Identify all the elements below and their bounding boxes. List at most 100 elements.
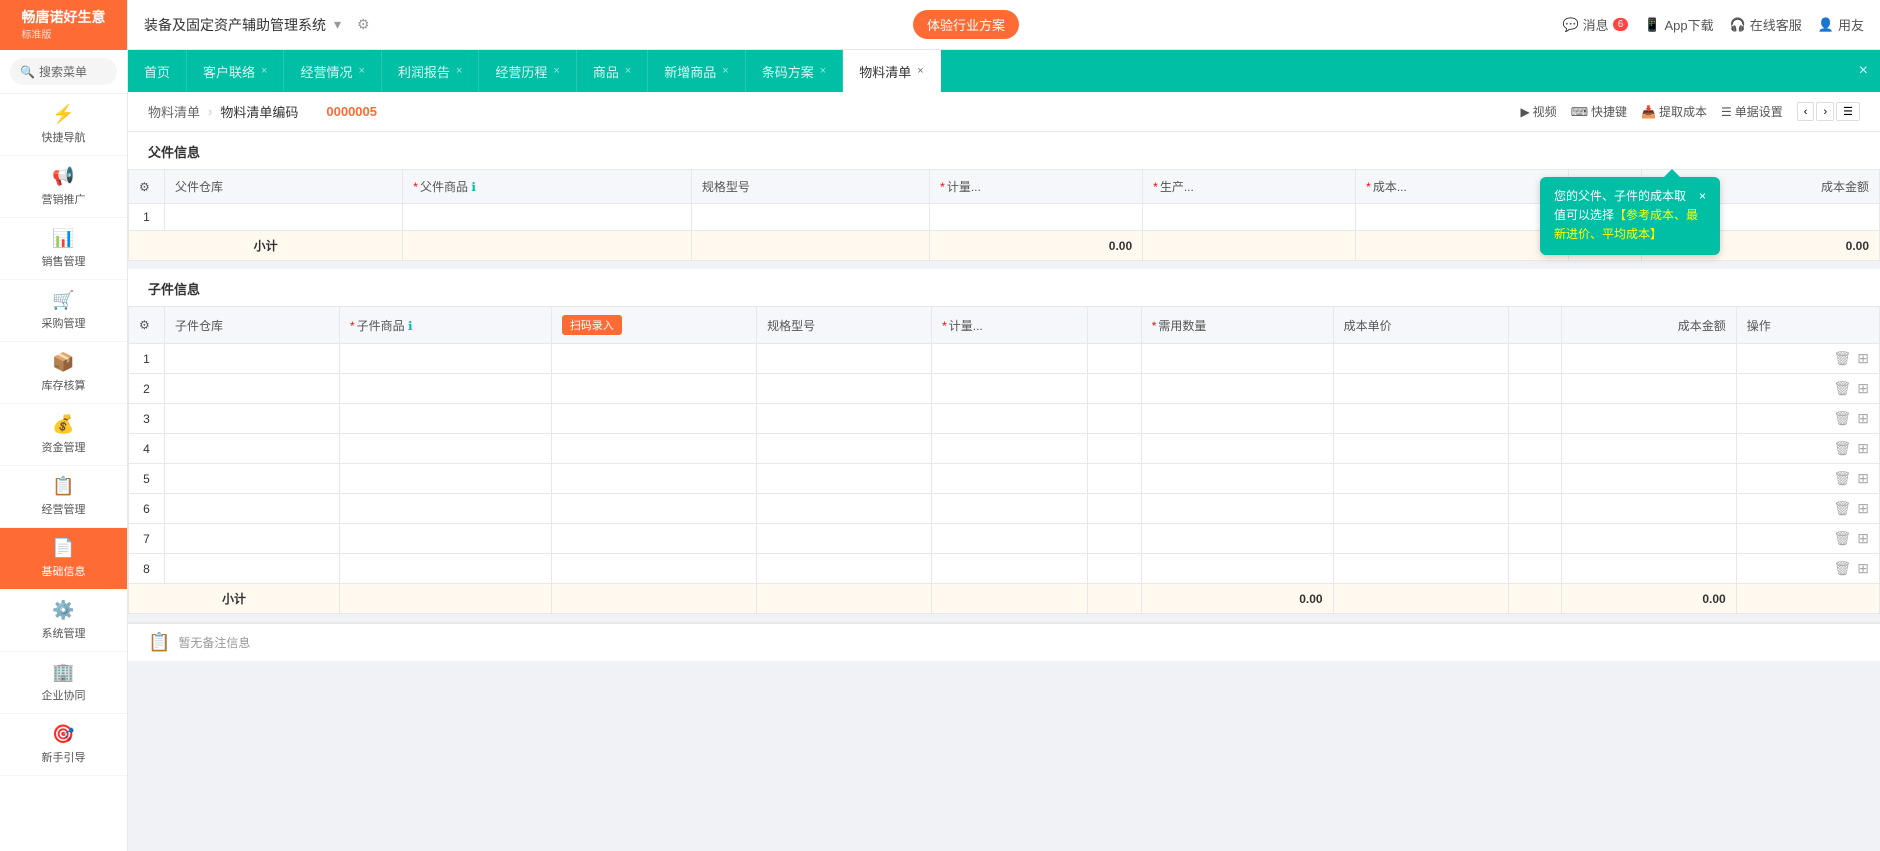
child-row-5-goods[interactable]	[339, 464, 551, 494]
child-row-8-copy-icon[interactable]: ⊞	[1857, 560, 1869, 577]
child-row-3-delete-icon[interactable]: 🗑	[1833, 410, 1851, 427]
child-row-6-qty[interactable]	[1141, 494, 1333, 524]
parent-row-1-unit[interactable]	[930, 204, 1143, 231]
child-row-5-delete-icon[interactable]: 🗑	[1833, 470, 1851, 487]
child-row-4-unit-cost[interactable]	[1333, 434, 1508, 464]
child-row-7-qty[interactable]	[1141, 524, 1333, 554]
settings-icon[interactable]: ⚙	[357, 16, 370, 33]
tab-customer-close[interactable]: ×	[261, 65, 267, 77]
shortcut-button[interactable]: ⌨ 快捷键	[1571, 103, 1627, 120]
prev-arrow[interactable]: ‹	[1797, 102, 1815, 121]
sidebar-item-basic[interactable]: 📄 基础信息	[0, 528, 127, 590]
child-row-2-qty[interactable]	[1141, 374, 1333, 404]
child-col-scan[interactable]: 扫码录入	[551, 307, 756, 344]
try-button[interactable]: 体验行业方案	[913, 10, 1019, 39]
child-row-8-qty[interactable]	[1141, 554, 1333, 584]
child-row-4-spec[interactable]	[757, 434, 932, 464]
child-row-6-spec[interactable]	[757, 494, 932, 524]
child-row-8-unit-cost[interactable]	[1333, 554, 1508, 584]
extract-cost-button[interactable]: 📥 提取成本	[1641, 103, 1707, 120]
doc-settings-button[interactable]: ☰ 单据设置	[1721, 103, 1783, 120]
child-row-1-unit-cost[interactable]	[1333, 344, 1508, 374]
dropdown-arrow-icon[interactable]: ▾	[334, 16, 341, 33]
child-row-4-warehouse[interactable]	[165, 434, 340, 464]
child-row-2-delete-icon[interactable]: 🗑	[1833, 380, 1851, 397]
child-row-4-copy-icon[interactable]: ⊞	[1857, 440, 1869, 457]
tab-bom-close[interactable]: ×	[917, 65, 923, 77]
child-goods-info-icon[interactable]: ℹ	[408, 319, 413, 333]
child-row-7-unit-cost[interactable]	[1333, 524, 1508, 554]
child-row-7-spec[interactable]	[757, 524, 932, 554]
child-row-8-goods[interactable]	[339, 554, 551, 584]
child-row-6-copy-icon[interactable]: ⊞	[1857, 500, 1869, 517]
tab-history-close[interactable]: ×	[553, 65, 559, 77]
tab-history[interactable]: 经营历程 ×	[479, 50, 576, 92]
child-row-4-unit[interactable]	[932, 434, 1088, 464]
child-row-7-warehouse[interactable]	[165, 524, 340, 554]
child-row-4-delete-icon[interactable]: 🗑	[1833, 440, 1851, 457]
child-row-3-warehouse[interactable]	[165, 404, 340, 434]
child-row-5-copy-icon[interactable]: ⊞	[1857, 470, 1869, 487]
child-row-1-unit[interactable]	[932, 344, 1088, 374]
child-row-2-unit-cost[interactable]	[1333, 374, 1508, 404]
child-row-3-spec[interactable]	[757, 404, 932, 434]
child-row-1-qty[interactable]	[1141, 344, 1333, 374]
child-row-5-qty[interactable]	[1141, 464, 1333, 494]
tab-operation-status-close[interactable]: ×	[358, 65, 364, 77]
child-row-7-copy-icon[interactable]: ⊞	[1857, 530, 1869, 547]
child-row-3-goods[interactable]	[339, 404, 551, 434]
child-row-7-goods[interactable]	[339, 524, 551, 554]
tab-operation-status[interactable]: 经营情况 ×	[284, 50, 381, 92]
parent-goods-info-icon[interactable]: ℹ	[471, 180, 476, 194]
child-row-8-delete-icon[interactable]: 🗑	[1833, 560, 1851, 577]
child-row-8-unit[interactable]	[932, 554, 1088, 584]
parent-row-1-produce[interactable]	[1143, 204, 1356, 231]
sidebar-item-sales[interactable]: 📊 销售管理	[0, 218, 127, 280]
child-row-5-unit[interactable]	[932, 464, 1088, 494]
child-row-2-goods[interactable]	[339, 374, 551, 404]
user-button[interactable]: 👤 用友	[1818, 15, 1864, 34]
sidebar-item-guide[interactable]: 🎯 新手引导	[0, 714, 127, 776]
grid-view-button[interactable]: ☰	[1836, 102, 1860, 121]
sidebar-item-inventory[interactable]: 📦 库存核算	[0, 342, 127, 404]
child-row-3-unit-cost[interactable]	[1333, 404, 1508, 434]
breadcrumb-bom-list[interactable]: 物料清单	[148, 102, 200, 121]
app-download-button[interactable]: 📱 App下载	[1644, 15, 1713, 34]
child-row-6-goods[interactable]	[339, 494, 551, 524]
view-video-button[interactable]: ▶ 视频	[1520, 103, 1556, 120]
child-row-1-copy-icon[interactable]: ⊞	[1857, 350, 1869, 367]
sidebar-item-quick-nav[interactable]: ⚡ 快捷导航	[0, 94, 127, 156]
child-row-4-qty[interactable]	[1141, 434, 1333, 464]
sidebar-item-operation[interactable]: 📋 经营管理	[0, 466, 127, 528]
child-row-6-warehouse[interactable]	[165, 494, 340, 524]
child-row-2-copy-icon[interactable]: ⊞	[1857, 380, 1869, 397]
child-row-1-spec[interactable]	[757, 344, 932, 374]
online-service-button[interactable]: 🎧 在线客服	[1730, 15, 1802, 34]
sidebar-item-system[interactable]: ⚙️ 系统管理	[0, 590, 127, 652]
tab-goods[interactable]: 商品 ×	[577, 50, 648, 92]
search-menu-button[interactable]: 🔍 搜索菜单	[10, 58, 117, 85]
child-row-2-spec[interactable]	[757, 374, 932, 404]
child-row-3-unit[interactable]	[932, 404, 1088, 434]
sidebar-item-purchase[interactable]: 🛒 采购管理	[0, 280, 127, 342]
child-row-5-warehouse[interactable]	[165, 464, 340, 494]
child-col-setting[interactable]: ⚙	[129, 307, 165, 344]
tab-profit-close[interactable]: ×	[456, 65, 462, 77]
tab-customer[interactable]: 客户联络 ×	[187, 50, 284, 92]
close-all-tabs-button[interactable]: ×	[1847, 62, 1880, 80]
next-arrow[interactable]: ›	[1816, 102, 1834, 121]
parent-row-1-cost[interactable]	[1356, 204, 1569, 231]
parent-col-setting[interactable]: ⚙	[129, 170, 165, 204]
parent-row-1-spec[interactable]	[691, 204, 929, 231]
child-row-5-unit-cost[interactable]	[1333, 464, 1508, 494]
tab-bom[interactable]: 物料清单 ×	[843, 50, 940, 92]
child-row-7-delete-icon[interactable]: 🗑	[1833, 530, 1851, 547]
tab-barcode[interactable]: 条码方案 ×	[746, 50, 843, 92]
child-row-1-goods[interactable]	[339, 344, 551, 374]
tooltip-close-button[interactable]: ×	[1699, 187, 1706, 206]
parent-row-1-goods[interactable]	[403, 204, 692, 231]
child-row-6-unit[interactable]	[932, 494, 1088, 524]
tab-add-goods-close[interactable]: ×	[722, 65, 728, 77]
child-row-3-copy-icon[interactable]: ⊞	[1857, 410, 1869, 427]
child-row-2-unit[interactable]	[932, 374, 1088, 404]
